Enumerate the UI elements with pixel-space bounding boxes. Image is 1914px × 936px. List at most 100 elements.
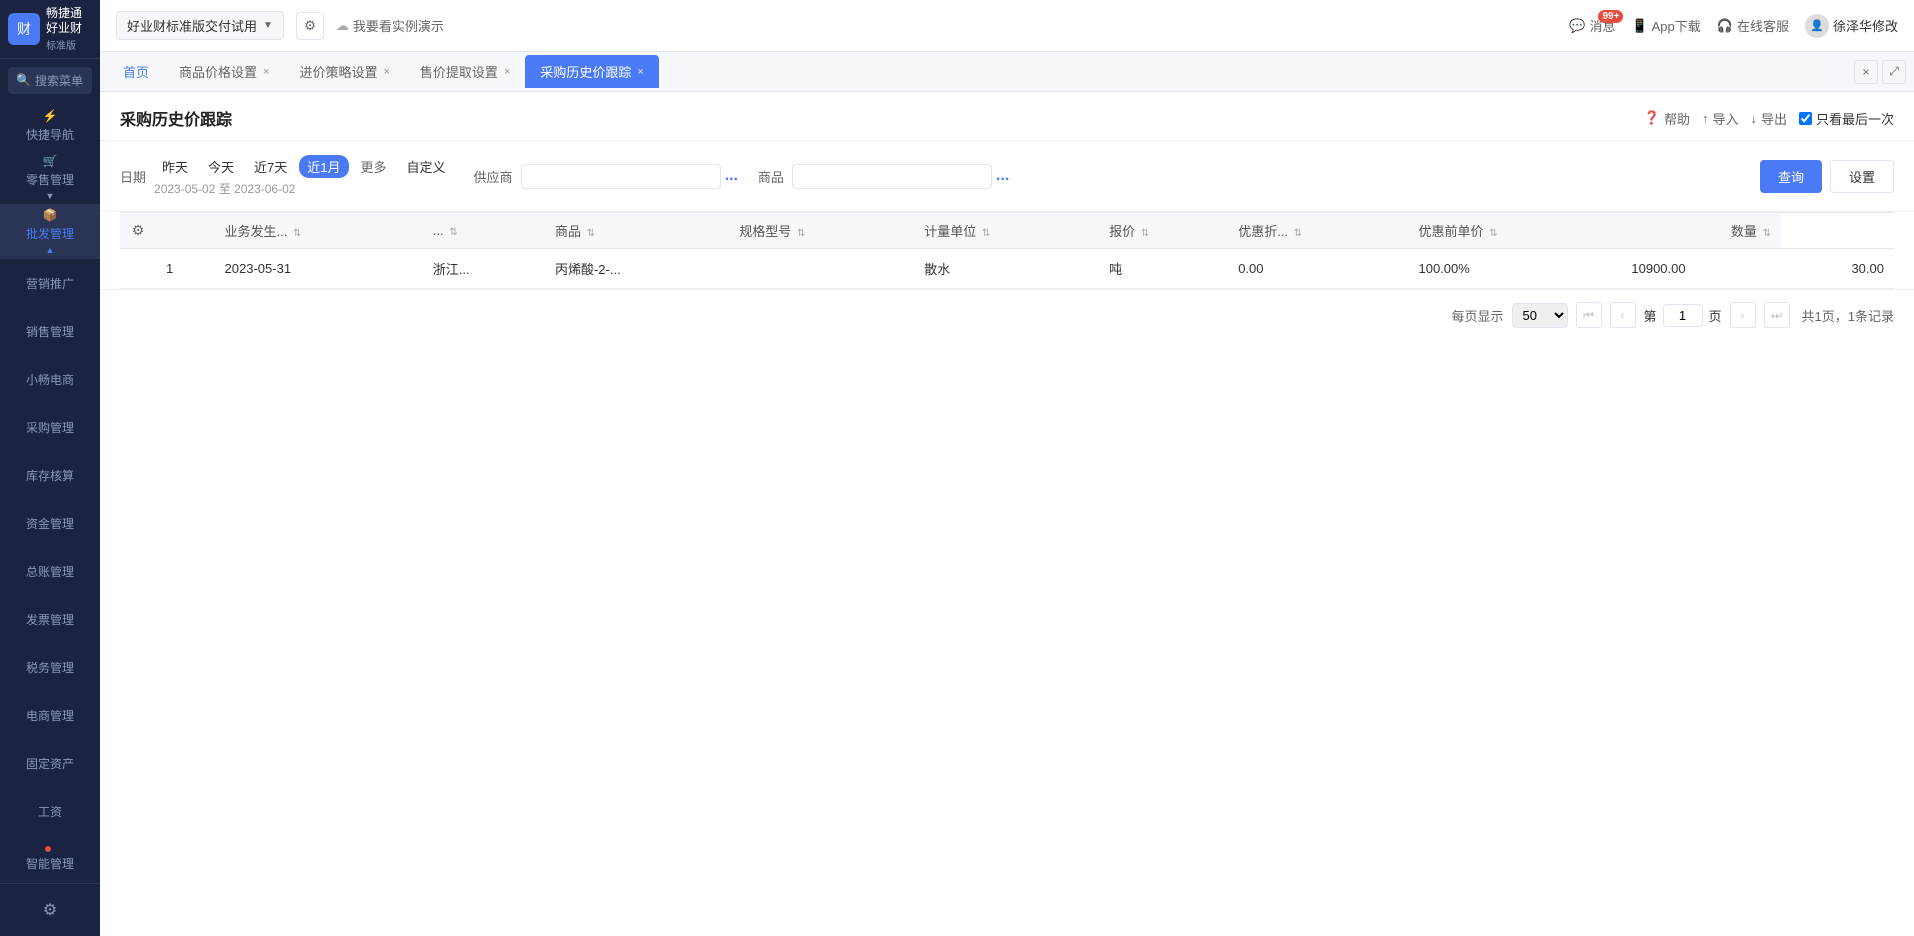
sidebar-item-ecommerce-small[interactable]: 小畅电商 [0,355,100,403]
th-discount[interactable]: 优惠折... ⇅ [1228,213,1408,249]
page-actions: ❓ 帮助 ↑ 导入 ↓ 导出 只看最后一次 [1644,109,1894,128]
only-last-checkbox[interactable] [1799,112,1812,125]
tab-purchase-strategy-label: 进价策略设置 [299,62,377,81]
per-page-label: 每页显示 [1451,306,1503,325]
marketing-label: 营销推广 [26,275,74,292]
th-unit[interactable]: 计量单位 ⇅ [914,213,1099,249]
page-number-input[interactable] [1663,304,1703,327]
sidebar-item-finance[interactable]: 资金管理 [0,499,100,547]
sort-icon3: ⇅ [587,228,595,239]
tab-expand-button[interactable]: ⤢ [1882,60,1906,84]
th-gear: ⚙ [120,213,156,249]
sidebar-item-smart[interactable]: 智能管理 [0,835,100,883]
sidebar-item-marketing[interactable]: 营销推广 [0,259,100,307]
date-opt-custom[interactable]: 自定义 [399,155,454,178]
product-ellipsis-button[interactable]: ... [996,167,1009,185]
sort-icon8: ⇅ [1489,228,1497,239]
product-input[interactable] [792,164,992,189]
td-discount: 100.00% [1408,249,1621,289]
tab-home[interactable]: 首页 [108,55,164,88]
quick-nav-label: 快捷导航 [26,126,74,143]
tabbar: 首页 商品价格设置 × 进价策略设置 × 售价提取设置 × 采购历史价跟踪 × … [100,52,1914,92]
th-spec[interactable]: 规格型号 ⇅ [729,213,914,249]
ecommerce-small-label: 小畅电商 [26,371,74,388]
th-unit-price[interactable]: 优惠前单价 ⇅ [1408,213,1621,249]
page-label: 第 [1644,306,1657,325]
tab-purchase-history-close[interactable]: × [637,66,643,78]
supplier-input[interactable] [521,164,721,189]
sidebar-item-wholesale[interactable]: 📦 批发管理 ▲ [0,204,100,259]
th-quantity[interactable]: 数量 ⇅ [1621,213,1781,249]
version-selector[interactable]: 好业财标准版交付试用 ▼ [116,11,284,40]
sidebar-item-salary[interactable]: 工资 [0,787,100,835]
sidebar-item-ledger[interactable]: 总账管理 [0,547,100,595]
last-page-button[interactable]: ⏭ [1764,302,1790,328]
app-download-label: App下载 [1652,16,1701,35]
page-title: 采购历史价跟踪 [120,106,232,130]
query-button[interactable]: 查询 [1760,160,1822,193]
first-page-button[interactable]: ⏮ [1576,302,1602,328]
date-opt-7days[interactable]: 近7天 [246,155,295,178]
per-page-select[interactable]: 50 20 100 [1512,303,1568,328]
tab-sell-price[interactable]: 售价提取设置 × [405,55,525,88]
sidebar-gear-button[interactable]: ⚙ [35,892,65,928]
tab-purchase-history[interactable]: 采购历史价跟踪 × [525,55,658,88]
chevron-up-icon: ▲ [46,245,55,255]
online-service-link[interactable]: 🎧 在线客服 [1717,16,1789,35]
page-header: 采购历史价跟踪 ❓ 帮助 ↑ 导入 ↓ 导出 只看最后一次 [100,92,1914,141]
sidebar-item-ecommerce[interactable]: 电商管理 [0,691,100,739]
ecommerce-label: 电商管理 [26,707,74,724]
salary-label: 工资 [38,803,62,820]
th-date[interactable]: 业务发生... ⇅ [215,213,423,249]
sidebar-search-button[interactable]: 🔍 搜索菜单 [8,67,92,94]
sidebar-item-sales[interactable]: 销售管理 [0,307,100,355]
sidebar-item-fixed-assets[interactable]: 固定资产 [0,739,100,787]
main-area: 好业财标准版交付试用 ▼ ⚙ ☁ 我要看实例演示 💬 消息 99+ 📱 App下… [100,0,1914,936]
message-badge: 99+ [1598,10,1623,23]
sidebar-quick-nav[interactable]: ⚡ 快捷导航 [0,102,100,150]
import-link[interactable]: ↑ 导入 [1702,109,1739,128]
sidebar-item-invoice[interactable]: 发票管理 [0,595,100,643]
th-product[interactable]: 商品 ⇅ [545,213,729,249]
date-opt-today[interactable]: 今天 [200,155,242,178]
th-price[interactable]: 报价 ⇅ [1099,213,1228,249]
sidebar-item-inventory[interactable]: 库存核算 [0,451,100,499]
th-unit-price-label: 优惠前单价 [1418,224,1483,239]
sort-icon5: ⇅ [982,228,990,239]
tab-purchase-strategy-close[interactable]: × [383,66,389,78]
export-link[interactable]: ↓ 导出 [1750,109,1787,128]
app-download-link[interactable]: 📱 App下载 [1631,16,1700,35]
topbar-settings-button[interactable]: ⚙ [296,12,324,40]
th-date-label: 业务发生... [225,224,288,239]
tab-purchase-strategy[interactable]: 进价策略设置 × [284,55,404,88]
table-row: 1 2023-05-31 浙江... 丙烯酸-2-... 散水 吨 0.00 1… [120,249,1894,289]
user-menu[interactable]: 👤 徐泽华修改 [1805,14,1898,38]
tab-collapse-button[interactable]: × [1854,60,1878,84]
th-col3[interactable]: ... ⇅ [423,213,545,249]
quick-nav-icon: ⚡ [43,109,58,123]
wholesale-icon: 📦 [43,208,58,222]
tab-product-price-close[interactable]: × [263,66,269,78]
supplier-ellipsis-button[interactable]: ... [725,167,738,185]
tab-product-price[interactable]: 商品价格设置 × [164,55,284,88]
only-last-checkbox-label[interactable]: 只看最后一次 [1799,109,1894,128]
message-button[interactable]: 💬 消息 99+ [1569,16,1615,35]
tab-sell-price-close[interactable]: × [504,66,510,78]
sidebar-bottom: ⚙ [0,883,100,936]
tab-sell-price-label: 售价提取设置 [420,62,498,81]
next-page-button[interactable]: › [1730,302,1756,328]
sidebar-item-purchase[interactable]: 采购管理 [0,403,100,451]
settings-button[interactable]: 设置 [1830,160,1894,193]
tab-home-label: 首页 [123,62,149,81]
date-opt-1month[interactable]: 近1月 [299,155,348,178]
demo-link[interactable]: ☁ 我要看实例演示 [336,16,444,35]
date-opt-more[interactable]: 更多 [353,155,395,178]
sidebar-item-retail[interactable]: 🛒 零售管理 ▼ [0,150,100,205]
headphone-icon: 🎧 [1717,18,1733,34]
th-discount-label: 优惠折... [1238,224,1288,239]
date-opt-yesterday[interactable]: 昨天 [154,155,196,178]
help-link[interactable]: ❓ 帮助 [1644,109,1690,128]
gear-icon[interactable]: ⚙ [132,222,145,238]
sidebar-item-tax[interactable]: 税务管理 [0,643,100,691]
prev-page-button[interactable]: ‹ [1610,302,1636,328]
